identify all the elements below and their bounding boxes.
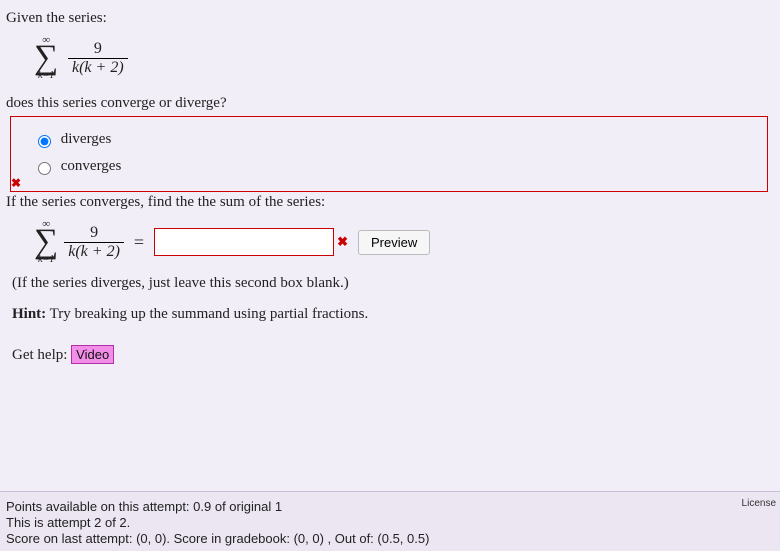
second-question-text: If the series converges, find the the su…: [6, 194, 774, 211]
license-link[interactable]: License: [742, 498, 776, 509]
help-label: Get help:: [12, 347, 71, 363]
hint-text: Try breaking up the summand using partia…: [46, 306, 368, 322]
fraction-2: 9 k(k + 2): [64, 224, 124, 261]
radio-diverges[interactable]: [38, 135, 51, 148]
help-row: Get help: Video: [12, 347, 774, 364]
incorrect-mark-icon-2: ✖: [337, 234, 348, 250]
option-diverges[interactable]: diverges: [33, 131, 767, 148]
series-formula-1: ∞ ∑ k=1 9 k(k + 2): [34, 35, 774, 81]
denominator: k(k + 2): [68, 58, 128, 77]
sigma-symbol-2: ∑: [34, 227, 58, 257]
prompt-given: Given the series:: [6, 10, 774, 27]
diverge-note: (If the series diverges, just leave this…: [12, 275, 774, 292]
option-converges[interactable]: converges: [33, 158, 767, 175]
equals-sign: =: [134, 232, 144, 253]
sum-answer-row: ∞ ∑ k=1 9 k(k + 2) = ✖ Preview: [34, 219, 774, 265]
hint-label: Hint:: [12, 306, 46, 322]
label-converges: converges: [61, 158, 122, 174]
sigma-notation: ∞ ∑ k=1: [34, 35, 58, 81]
footer-attempt: This is attempt 2 of 2.: [6, 515, 774, 530]
label-diverges: diverges: [61, 131, 112, 147]
sum-answer-input[interactable]: [154, 228, 334, 256]
question-body: Given the series: ∞ ∑ k=1 9 k(k + 2) doe…: [0, 0, 780, 364]
radio-converges[interactable]: [38, 162, 51, 175]
sigma-symbol: ∑: [34, 43, 58, 73]
numerator: 9: [68, 40, 128, 58]
sigma-notation-2: ∞ ∑ k=1: [34, 219, 58, 265]
video-link[interactable]: Video: [71, 345, 114, 364]
footer-points: Points available on this attempt: 0.9 of…: [6, 499, 774, 514]
fraction: 9 k(k + 2): [68, 40, 128, 77]
preview-button[interactable]: Preview: [358, 230, 430, 255]
footer-score: Score on last attempt: (0, 0). Score in …: [6, 531, 774, 546]
numerator-2: 9: [64, 224, 124, 242]
hint-line: Hint: Try breaking up the summand using …: [12, 306, 774, 323]
footer-bar: License Points available on this attempt…: [0, 491, 780, 551]
question-text: does this series converge or diverge?: [6, 95, 774, 112]
incorrect-mark-icon: ✖: [11, 176, 21, 191]
radio-group-convergence: diverges converges ✖: [10, 116, 768, 192]
denominator-2: k(k + 2): [64, 242, 124, 261]
